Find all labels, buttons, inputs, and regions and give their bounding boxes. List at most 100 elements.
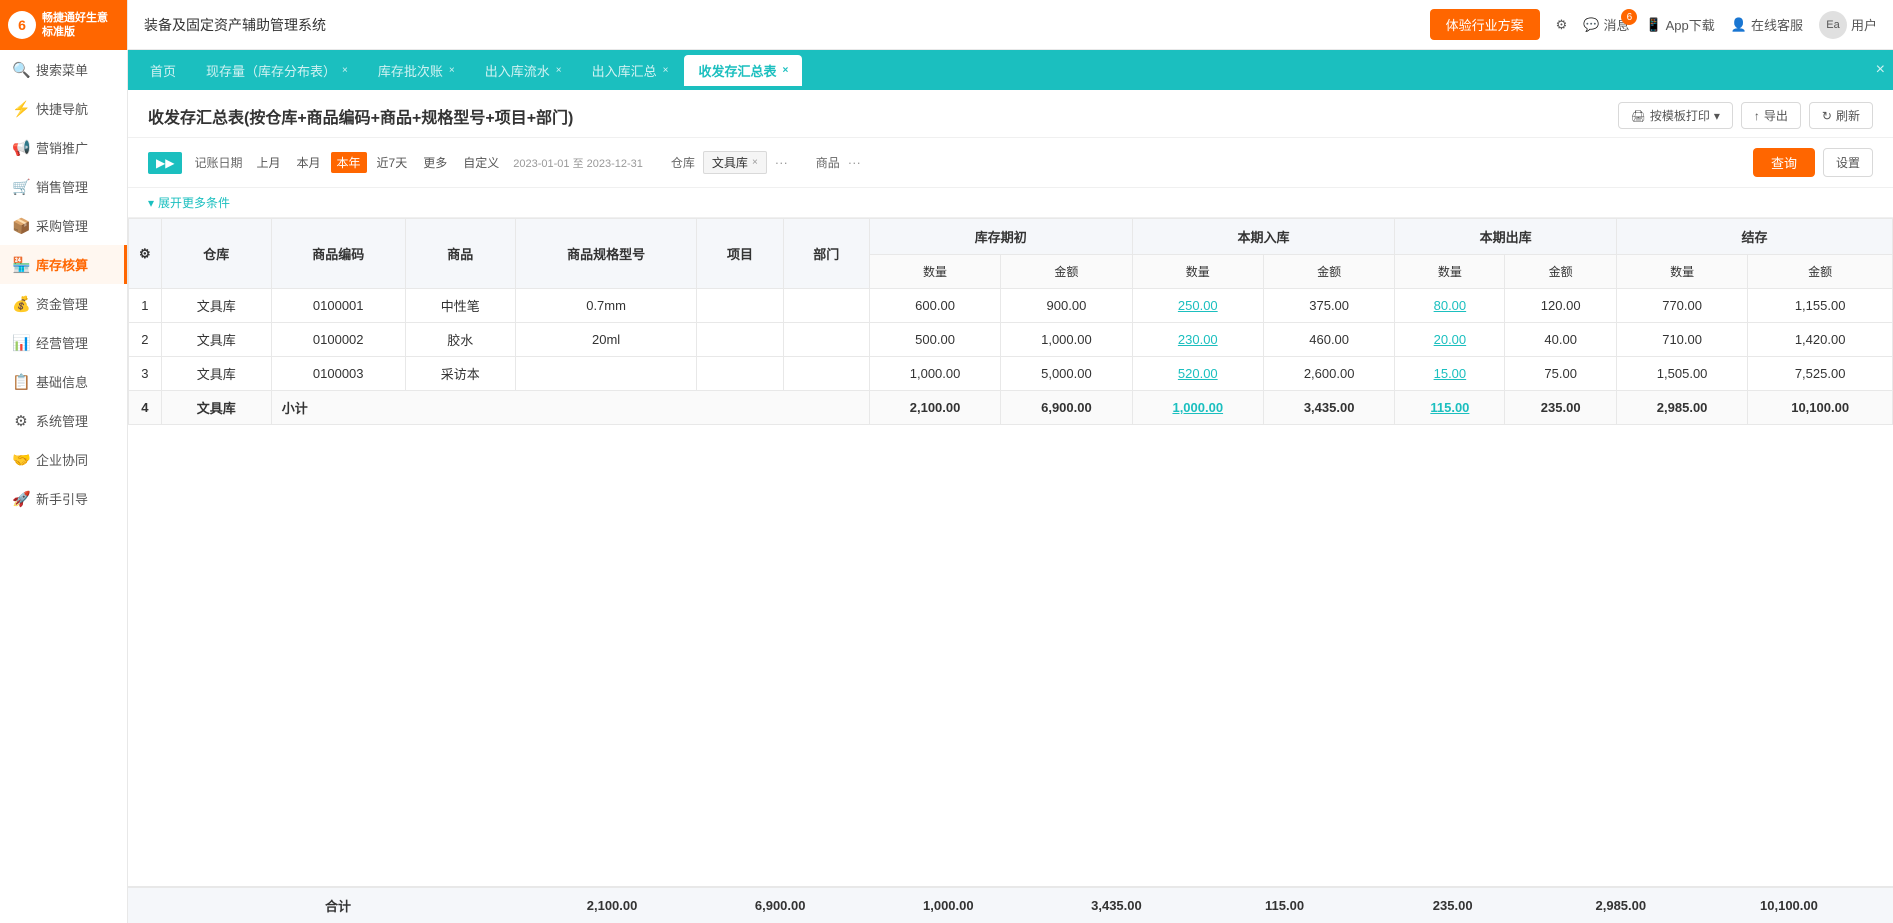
- trial-button[interactable]: 体验行业方案: [1430, 9, 1540, 40]
- tab-close-inout-flow[interactable]: ×: [556, 65, 562, 76]
- row-in-qty[interactable]: 230.00: [1132, 323, 1263, 357]
- footer-out-qty: 115.00: [1201, 898, 1369, 913]
- warehouse-more-btn[interactable]: ···: [775, 155, 788, 170]
- goods-name-header: 商品: [405, 219, 515, 289]
- print-button[interactable]: 🖨 按模板打印 ▾: [1618, 102, 1733, 129]
- warehouse-tag-close[interactable]: ×: [752, 157, 758, 168]
- sidebar-icon-finance: 💰: [12, 295, 30, 313]
- tab-close-receive-sum[interactable]: ×: [782, 65, 788, 76]
- subtotal-in-qty[interactable]: 1,000.00: [1132, 391, 1263, 425]
- tab-label-stock-dist: 现存量（库存分布表）: [206, 61, 336, 80]
- in-qty-header: 数量: [1132, 255, 1263, 289]
- top-header: 装备及固定资产辅助管理系统 体验行业方案 ⚙ 💬 消息 6 📱 App下载 👤 …: [128, 0, 1893, 50]
- row-goods-code: 0100001: [271, 289, 405, 323]
- sidebar-item-newbie[interactable]: 🚀新手引导: [0, 479, 127, 518]
- row-bal-qty: 1,505.00: [1616, 357, 1747, 391]
- date-btn-自定义[interactable]: 自定义: [457, 152, 505, 173]
- footer-label: 合计: [148, 896, 528, 915]
- export-button[interactable]: ↑ 导出: [1741, 102, 1801, 129]
- date-btn-更多[interactable]: 更多: [417, 152, 453, 173]
- sidebar-item-marketing[interactable]: 📢营销推广: [0, 128, 127, 167]
- tab-inout-flow[interactable]: 出入库流水 ×: [471, 55, 576, 86]
- row-out-qty[interactable]: 80.00: [1395, 289, 1505, 323]
- gear-header[interactable]: ⚙: [129, 219, 162, 289]
- footer-bal-qty: 2,985.00: [1537, 898, 1705, 913]
- expand-row: ▾ 展开更多条件: [128, 188, 1893, 218]
- row-no: 2: [129, 323, 162, 357]
- sidebar-label-system: 系统管理: [36, 411, 88, 430]
- date-btn-本月[interactable]: 本月: [291, 152, 327, 173]
- row-opening-qty: 1,000.00: [869, 357, 1000, 391]
- tabs-container: 首页现存量（库存分布表）×库存批次账×出入库流水×出入库汇总×收发存汇总表×: [136, 55, 802, 86]
- tab-bar-close-btn[interactable]: ×: [1876, 61, 1885, 79]
- subtotal-bal-qty: 2,985.00: [1616, 391, 1747, 425]
- footer-cells: 2,100.00 6,900.00 1,000.00 3,435.00 115.…: [528, 898, 1873, 913]
- sidebar-label-inventory: 库存核算: [36, 255, 88, 274]
- online-service-label: 在线客服: [1751, 15, 1803, 34]
- settings-icon-btn[interactable]: ⚙: [1556, 17, 1568, 33]
- tab-home[interactable]: 首页: [136, 55, 190, 86]
- online-service-btn[interactable]: 👤 在线客服: [1731, 15, 1803, 34]
- tab-close-stock-dist[interactable]: ×: [342, 65, 348, 76]
- row-in-qty[interactable]: 520.00: [1132, 357, 1263, 391]
- sidebar-item-finance[interactable]: 💰资金管理: [0, 284, 127, 323]
- sidebar-logo: 6 畅捷通好生意 标准版: [0, 0, 127, 50]
- query-button[interactable]: 查询: [1753, 148, 1815, 177]
- system-title: 装备及固定资产辅助管理系统: [144, 15, 1414, 35]
- period-in-header: 本期入库: [1132, 219, 1395, 255]
- sidebar-items: 🔍搜索菜单⚡快捷导航📢营销推广🛒销售管理📦采购管理🏪库存核算💰资金管理📊经营管理…: [0, 50, 127, 518]
- sidebar-icon-quick-nav: ⚡: [12, 100, 30, 118]
- tab-label-inout-flow: 出入库流水: [485, 61, 550, 80]
- row-no: 3: [129, 357, 162, 391]
- filter-toggle-btn[interactable]: ▶▶: [148, 152, 182, 174]
- main-area: 装备及固定资产辅助管理系统 体验行业方案 ⚙ 💬 消息 6 📱 App下载 👤 …: [128, 0, 1893, 923]
- row-project: [697, 289, 783, 323]
- row-bal-amt: 1,155.00: [1748, 289, 1893, 323]
- row-opening-qty: 600.00: [869, 289, 1000, 323]
- subtotal-in-amt: 3,435.00: [1263, 391, 1394, 425]
- sidebar-item-system[interactable]: ⚙系统管理: [0, 401, 127, 440]
- row-goods-name: 采访本: [405, 357, 515, 391]
- filter-actions: 查询 设置: [1753, 148, 1873, 177]
- tab-batch[interactable]: 库存批次账×: [364, 55, 469, 86]
- sidebar-icon-cooperation: 🤝: [12, 451, 30, 469]
- sidebar-label-marketing: 营销推广: [36, 138, 88, 157]
- goods-more-btn[interactable]: ···: [848, 155, 861, 170]
- sidebar-item-basic[interactable]: 📋基础信息: [0, 362, 127, 401]
- sidebar-item-cooperation[interactable]: 🤝企业协同: [0, 440, 127, 479]
- sidebar: 6 畅捷通好生意 标准版 🔍搜索菜单⚡快捷导航📢营销推广🛒销售管理📦采购管理🏪库…: [0, 0, 128, 923]
- row-out-qty[interactable]: 20.00: [1395, 323, 1505, 357]
- warehouse-filter-label: 仓库: [671, 154, 695, 171]
- subtotal-out-qty[interactable]: 115.00: [1395, 391, 1505, 425]
- sidebar-item-search[interactable]: 🔍搜索菜单: [0, 50, 127, 89]
- sidebar-item-operations[interactable]: 📊经营管理: [0, 323, 127, 362]
- tab-receive-sum[interactable]: 收发存汇总表×: [684, 55, 802, 86]
- tab-inout-sum[interactable]: 出入库汇总 ×: [578, 55, 683, 86]
- sidebar-item-quick-nav[interactable]: ⚡快捷导航: [0, 89, 127, 128]
- sidebar-item-inventory[interactable]: 🏪库存核算: [0, 245, 127, 284]
- subtotal-row: 4 文具库 小计 2,100.00 6,900.00 1,000.00 3,43…: [129, 391, 1893, 425]
- setting-button[interactable]: 设置: [1823, 148, 1873, 177]
- bal-qty-header: 数量: [1616, 255, 1747, 289]
- sidebar-item-purchase[interactable]: 📦采购管理: [0, 206, 127, 245]
- tab-close-batch[interactable]: ×: [449, 65, 455, 76]
- date-btn-上月[interactable]: 上月: [250, 152, 286, 173]
- table-row: 3 文具库 0100003 采访本 1,000.00 5,000.00 520.…: [129, 357, 1893, 391]
- sidebar-item-sales[interactable]: 🛒销售管理: [0, 167, 127, 206]
- sidebar-label-search: 搜索菜单: [36, 60, 88, 79]
- message-btn[interactable]: 💬 消息 6: [1583, 15, 1629, 34]
- refresh-button[interactable]: ↻ 刷新: [1809, 102, 1873, 129]
- row-in-qty[interactable]: 250.00: [1132, 289, 1263, 323]
- date-btn-本年[interactable]: 本年: [331, 152, 367, 173]
- tab-stock-dist[interactable]: 现存量（库存分布表） ×: [192, 55, 362, 86]
- tab-close-inout-sum[interactable]: ×: [663, 65, 669, 76]
- print-label: 按模板打印: [1650, 107, 1710, 124]
- expand-button[interactable]: ▾ 展开更多条件: [148, 194, 230, 211]
- sidebar-label-newbie: 新手引导: [36, 489, 88, 508]
- content-area: 收发存汇总表(按仓库+商品编码+商品+规格型号+项目+部门) 🖨 按模板打印 ▾…: [128, 90, 1893, 923]
- row-out-qty[interactable]: 15.00: [1395, 357, 1505, 391]
- user-btn[interactable]: Ea 用户: [1819, 11, 1877, 39]
- app-download-btn[interactable]: 📱 App下载: [1645, 15, 1714, 34]
- date-btn-近7天[interactable]: 近7天: [371, 152, 414, 173]
- tab-label-inout-sum: 出入库汇总: [592, 61, 657, 80]
